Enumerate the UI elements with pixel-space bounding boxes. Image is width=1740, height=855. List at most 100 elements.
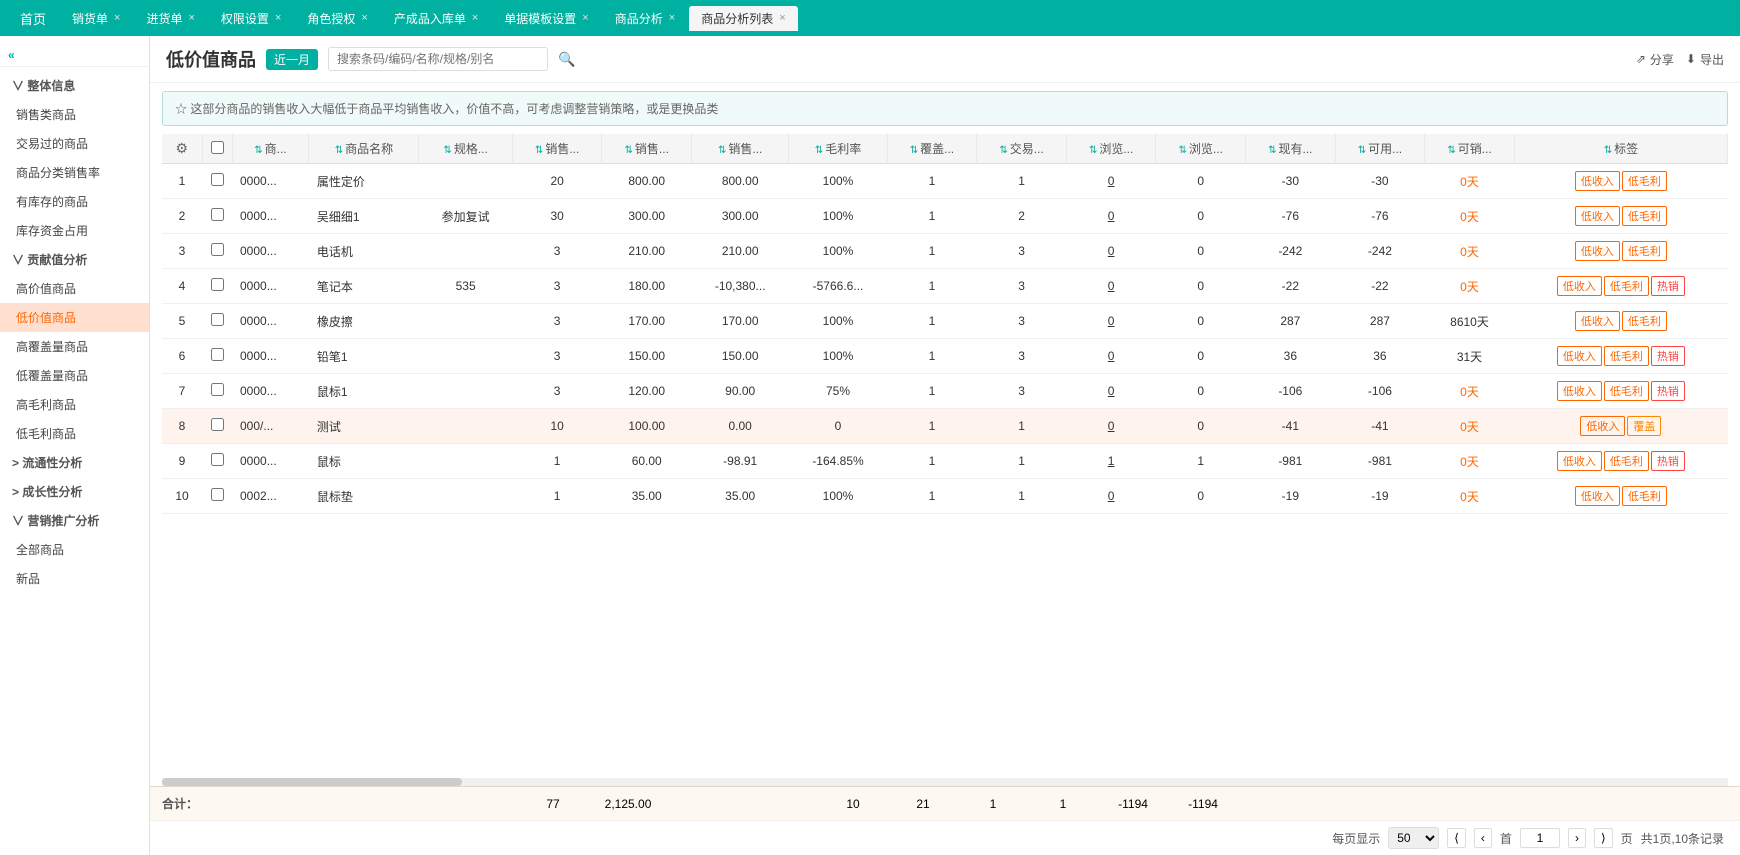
search-icon[interactable]: 🔍 [558, 51, 575, 68]
column-coverage[interactable]: ⇅覆盖... [887, 134, 977, 164]
view1-link[interactable]: 0 [1108, 349, 1115, 363]
column-spec[interactable]: ⇅规格... [419, 134, 512, 164]
row-checkbox[interactable] [202, 374, 232, 409]
column-current[interactable]: ⇅现有... [1246, 134, 1336, 164]
nav-close-template[interactable]: × [582, 12, 588, 24]
share-button[interactable]: ⇗ 分享 [1636, 51, 1674, 68]
column-code[interactable]: ⇅商... [232, 134, 309, 164]
row-checkbox[interactable] [202, 409, 232, 444]
row-view1[interactable]: 1 [1066, 444, 1156, 479]
last-page-btn[interactable]: ⟩ [1594, 828, 1613, 848]
nav-sales[interactable]: 销货单 × [60, 6, 132, 31]
row-select-checkbox[interactable] [211, 208, 224, 221]
column-view1[interactable]: ⇅浏览... [1066, 134, 1156, 164]
row-select-checkbox[interactable] [211, 348, 224, 361]
view1-link[interactable]: 0 [1108, 244, 1115, 258]
row-view1[interactable]: 0 [1066, 234, 1156, 269]
row-checkbox[interactable] [202, 234, 232, 269]
row-checkbox[interactable] [202, 479, 232, 514]
sidebar-item-high-value[interactable]: 高价值商品 [0, 274, 149, 303]
row-checkbox[interactable] [202, 444, 232, 479]
nav-home[interactable]: 首页 [8, 5, 58, 32]
settings-icon[interactable]: ⚙ [175, 140, 188, 156]
column-name[interactable]: ⇅商品名称 [309, 134, 419, 164]
scrollbar-area[interactable] [162, 778, 1728, 786]
sidebar-item-all-products[interactable]: 全部商品 [0, 535, 149, 564]
nav-close-analysis[interactable]: × [669, 12, 675, 24]
view1-link[interactable]: 0 [1108, 489, 1115, 503]
sidebar-item-capital[interactable]: 库存资金占用 [0, 216, 149, 245]
nav-close-purchase[interactable]: × [188, 12, 194, 24]
row-select-checkbox[interactable] [211, 173, 224, 186]
nav-role[interactable]: 角色授权 × [295, 6, 379, 31]
sidebar-item-category-rate[interactable]: 商品分类销售率 [0, 158, 149, 187]
column-tags[interactable]: ⇅标签 [1514, 134, 1727, 164]
nav-close-role[interactable]: × [361, 12, 367, 24]
sidebar-item-sales-category[interactable]: 销售类商品 [0, 100, 149, 129]
sidebar-item-high-coverage[interactable]: 高覆盖量商品 [0, 332, 149, 361]
row-view1[interactable]: 0 [1066, 269, 1156, 304]
column-trade[interactable]: ⇅交易... [977, 134, 1067, 164]
row-view1[interactable]: 0 [1066, 374, 1156, 409]
view1-link[interactable]: 1 [1108, 454, 1115, 468]
view1-link[interactable]: 0 [1108, 279, 1115, 293]
scrollbar-thumb[interactable] [162, 778, 462, 786]
nav-close-permissions[interactable]: × [275, 12, 281, 24]
nav-close-analysis-list[interactable]: × [779, 12, 785, 24]
column-sales-amt[interactable]: ⇅销售... [602, 134, 692, 164]
search-input[interactable] [328, 47, 548, 71]
row-view1[interactable]: 0 [1066, 409, 1156, 444]
row-select-checkbox[interactable] [211, 243, 224, 256]
row-checkbox[interactable] [202, 164, 232, 199]
nav-permissions[interactable]: 权限设置 × [209, 6, 293, 31]
next-page-btn[interactable]: › [1568, 828, 1586, 848]
sidebar-item-stock[interactable]: 有库存的商品 [0, 187, 149, 216]
column-settings[interactable]: ⚙ [162, 134, 202, 164]
row-view1[interactable]: 0 [1066, 479, 1156, 514]
prev-page-btn[interactable]: ‹ [1474, 828, 1492, 848]
column-margin[interactable]: ⇅毛利率 [789, 134, 887, 164]
table-container[interactable]: ⚙ ⇅商... ⇅商品名称 ⇅规格... ⇅销售... ⇅销售... ⇅销售..… [162, 134, 1728, 778]
row-checkbox[interactable] [202, 199, 232, 234]
row-select-checkbox[interactable] [211, 453, 224, 466]
view1-link[interactable]: 0 [1108, 314, 1115, 328]
column-available[interactable]: ⇅可用... [1335, 134, 1425, 164]
view1-link[interactable]: 0 [1108, 209, 1115, 223]
sidebar-section-growth[interactable]: > 成长性分析 [0, 477, 149, 506]
row-select-checkbox[interactable] [211, 313, 224, 326]
select-all-checkbox[interactable] [211, 141, 224, 154]
sidebar-item-low-margin[interactable]: 低毛利商品 [0, 419, 149, 448]
sidebar-item-low-coverage[interactable]: 低覆盖量商品 [0, 361, 149, 390]
view1-link[interactable]: 0 [1108, 174, 1115, 188]
row-checkbox[interactable] [202, 339, 232, 374]
row-select-checkbox[interactable] [211, 488, 224, 501]
row-view1[interactable]: 0 [1066, 339, 1156, 374]
row-checkbox[interactable] [202, 269, 232, 304]
row-select-checkbox[interactable] [211, 418, 224, 431]
per-page-select[interactable]: 50 100 [1388, 827, 1439, 849]
row-view1[interactable]: 0 [1066, 164, 1156, 199]
nav-purchase[interactable]: 进货单 × [134, 6, 206, 31]
column-saleable[interactable]: ⇅可销... [1425, 134, 1515, 164]
nav-close-sales[interactable]: × [114, 12, 120, 24]
row-view1[interactable]: 0 [1066, 304, 1156, 339]
column-sales-qty[interactable]: ⇅销售... [512, 134, 602, 164]
period-badge[interactable]: 近一月 [266, 49, 318, 70]
nav-product-in[interactable]: 产成品入库单 × [382, 6, 490, 31]
column-sales-cost[interactable]: ⇅销售... [692, 134, 789, 164]
nav-analysis[interactable]: 商品分析 × [603, 6, 687, 31]
sidebar-item-traded[interactable]: 交易过的商品 [0, 129, 149, 158]
page-number-input[interactable] [1520, 828, 1560, 848]
sidebar-item-high-margin[interactable]: 高毛利商品 [0, 390, 149, 419]
view1-link[interactable]: 0 [1108, 384, 1115, 398]
row-view1[interactable]: 0 [1066, 199, 1156, 234]
export-button[interactable]: ⬇ 导出 [1686, 51, 1724, 68]
row-select-checkbox[interactable] [211, 278, 224, 291]
column-view2[interactable]: ⇅浏览... [1156, 134, 1246, 164]
sidebar-section-liquidity[interactable]: > 流通性分析 [0, 448, 149, 477]
sidebar-item-low-value[interactable]: 低价值商品 [0, 303, 149, 332]
nav-analysis-list[interactable]: 商品分析列表 × [689, 6, 797, 31]
sidebar-collapse-btn[interactable]: « [8, 48, 15, 62]
row-checkbox[interactable] [202, 304, 232, 339]
sidebar-item-new-products[interactable]: 新品 [0, 564, 149, 593]
